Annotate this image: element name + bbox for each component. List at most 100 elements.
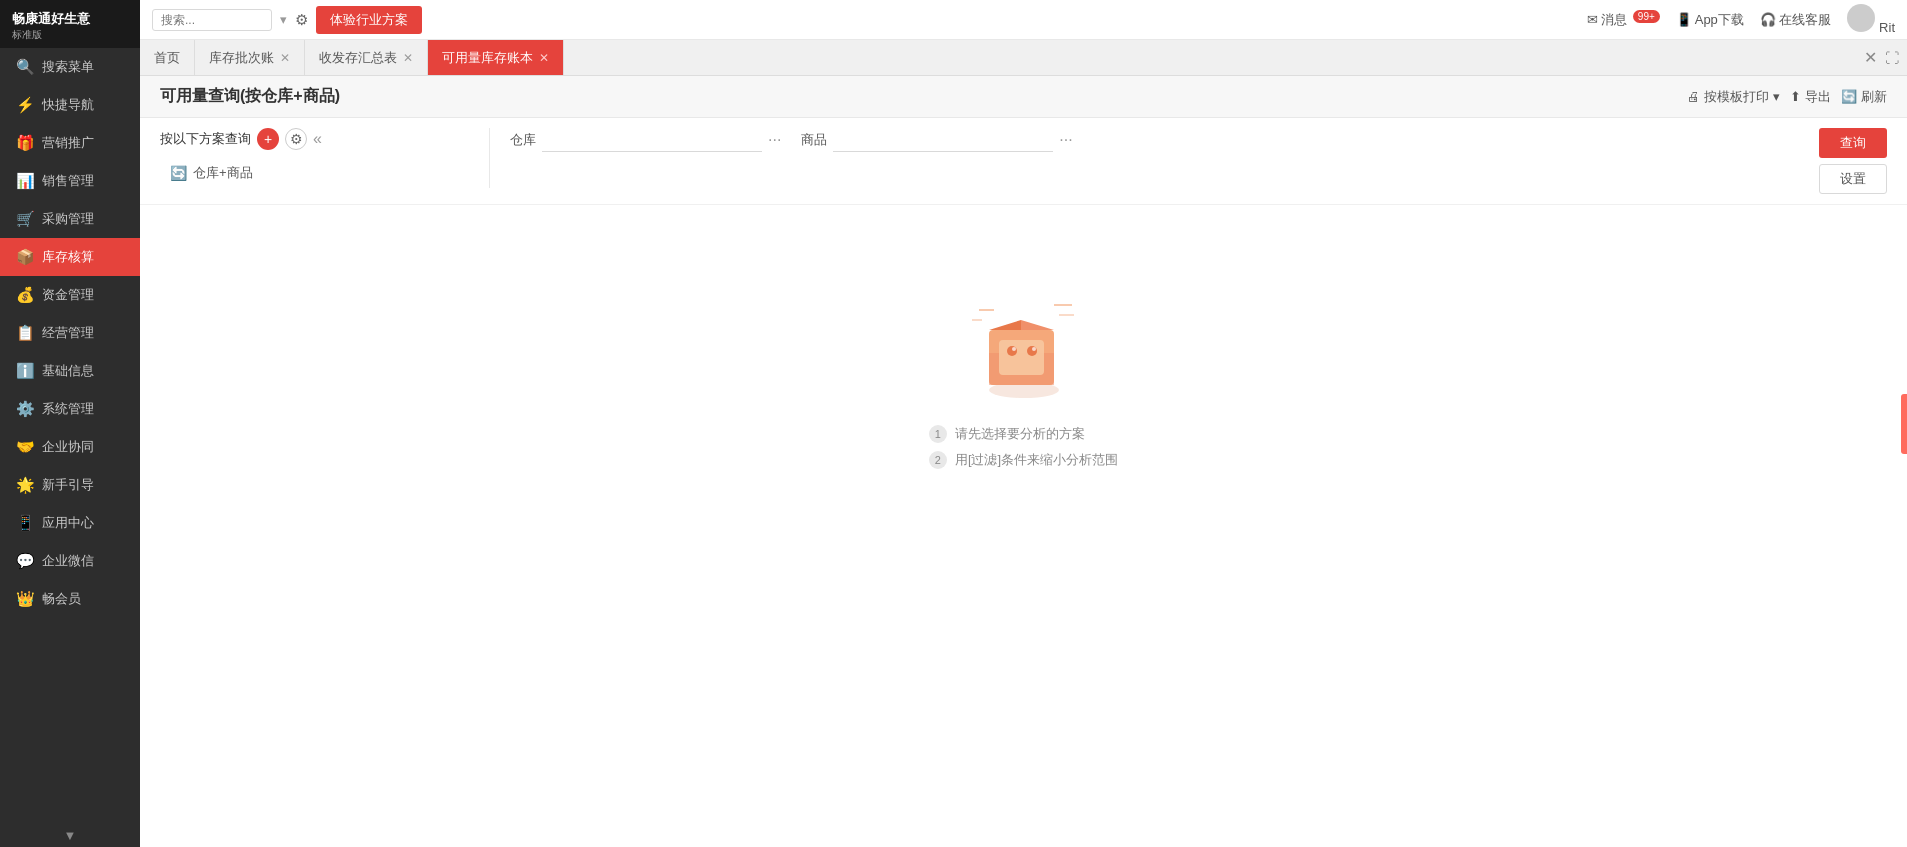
sidebar-item-search[interactable]: 🔍 搜索菜单 xyxy=(0,48,140,86)
warehouse-input[interactable] xyxy=(542,128,762,152)
online-service-label: 在线客服 xyxy=(1779,12,1831,27)
sidebar-item-marketing[interactable]: 🎁 营销推广 xyxy=(0,124,140,162)
sidebar-item-finance[interactable]: 💰 资金管理 xyxy=(0,276,140,314)
sidebar-item-wechat[interactable]: 💬 企业微信 xyxy=(0,542,140,580)
box-icon: 📦 xyxy=(16,248,34,266)
money-icon: 💰 xyxy=(16,286,34,304)
right-scroll-indicator[interactable] xyxy=(1901,394,1907,454)
gear-icon: ⚙️ xyxy=(16,400,34,418)
message-label: 消息 xyxy=(1601,12,1627,27)
tab-close-icon[interactable]: ✕ xyxy=(403,51,413,65)
handshake-icon: 🤝 xyxy=(16,438,34,456)
product-input[interactable] xyxy=(833,128,1053,152)
export-button[interactable]: ⬆ 导出 xyxy=(1790,88,1831,106)
scheme-item-warehouse-product[interactable]: 🔄 仓库+商品 xyxy=(160,158,477,188)
page-header-actions: 🖨 按模板打印 ▾ ⬆ 导出 🔄 刷新 xyxy=(1687,88,1887,106)
hint-text-1: 请先选择要分析的方案 xyxy=(955,425,1085,443)
search-icon: 🔍 xyxy=(16,58,34,76)
quicknav-icon: ⚡ xyxy=(16,96,34,114)
sidebar-item-purchase[interactable]: 🛒 采购管理 xyxy=(0,200,140,238)
tab-expand-button[interactable]: ⛶ xyxy=(1885,50,1899,66)
tab-summary[interactable]: 收发存汇总表 ✕ xyxy=(305,40,428,75)
refresh-icon: 🔄 xyxy=(1841,89,1857,104)
add-scheme-button[interactable]: + xyxy=(257,128,279,150)
sidebar-item-label: 系统管理 xyxy=(42,400,94,418)
tab-close-icon[interactable]: ✕ xyxy=(280,51,290,65)
scheme-title: 按以下方案查询 xyxy=(160,130,251,148)
page: 可用量查询(按仓库+商品) 🖨 按模板打印 ▾ ⬆ 导出 🔄 刷新 xyxy=(140,76,1907,847)
message-badge: 99+ xyxy=(1633,10,1660,23)
scheme-section: 按以下方案查询 + ⚙ « 🔄 仓库+商品 xyxy=(160,128,490,188)
chevron-down-icon[interactable]: ▾ xyxy=(280,12,287,27)
sidebar-item-system[interactable]: ⚙️ 系统管理 xyxy=(0,390,140,428)
filter-settings-button[interactable]: 设置 xyxy=(1819,164,1887,194)
hint-number-2: 2 xyxy=(929,451,947,469)
svg-point-6 xyxy=(1012,347,1016,351)
sidebar-item-quicknav[interactable]: ⚡ 快捷导航 xyxy=(0,86,140,124)
app-download-area[interactable]: 📱 App下载 xyxy=(1676,11,1744,29)
username-area[interactable]: Rit xyxy=(1847,4,1895,35)
print-icon: 🖨 xyxy=(1687,89,1700,104)
hint-item-1: 1 请先选择要分析的方案 xyxy=(929,425,1118,443)
tab-window-close-button[interactable]: ✕ xyxy=(1864,48,1877,67)
chart-icon: 📊 xyxy=(16,172,34,190)
sidebar-item-operations[interactable]: 📋 经营管理 xyxy=(0,314,140,352)
svg-rect-3 xyxy=(999,340,1044,375)
filter-section: 仓库 ··· 商品 ··· xyxy=(490,128,1807,152)
online-service-area[interactable]: 🎧 在线客服 xyxy=(1760,11,1832,29)
topbar-search-input[interactable] xyxy=(152,9,272,31)
product-more-icon[interactable]: ··· xyxy=(1059,131,1072,149)
export-icon: ⬆ xyxy=(1790,89,1801,104)
empty-hints: 1 请先选择要分析的方案 2 用[过滤]条件来缩小分析范围 xyxy=(929,425,1118,469)
tab-home[interactable]: 首页 xyxy=(140,40,195,75)
sidebar-item-enterprise[interactable]: 🤝 企业协同 xyxy=(0,428,140,466)
tab-close-icon[interactable]: ✕ xyxy=(539,51,549,65)
empty-illustration xyxy=(964,285,1084,405)
sidebar-item-label: 快捷导航 xyxy=(42,96,94,114)
product-filter: 商品 ··· xyxy=(801,128,1072,152)
filter-row: 仓库 ··· 商品 ··· xyxy=(510,128,1807,152)
message-icon: ✉ xyxy=(1587,12,1598,27)
sidebar-item-label: 销售管理 xyxy=(42,172,94,190)
sidebar-item-label: 新手引导 xyxy=(42,476,94,494)
scheme-item-label: 仓库+商品 xyxy=(193,164,253,182)
warehouse-more-icon[interactable]: ··· xyxy=(768,131,781,149)
info-icon: ℹ️ xyxy=(16,362,34,380)
sidebar-item-inventory[interactable]: 📦 库存核算 xyxy=(0,238,140,276)
username-label: Rit xyxy=(1879,20,1895,35)
sidebar-item-label: 企业微信 xyxy=(42,552,94,570)
chevron-down-icon: ▾ xyxy=(1773,89,1780,104)
sidebar-item-sales[interactable]: 📊 销售管理 xyxy=(0,162,140,200)
print-template-button[interactable]: 🖨 按模板打印 ▾ xyxy=(1687,88,1780,106)
sidebar-item-member[interactable]: 👑 畅会员 xyxy=(0,580,140,618)
empty-svg xyxy=(964,285,1084,405)
tab-available[interactable]: 可用量库存账本 ✕ xyxy=(428,40,564,75)
tab-batch[interactable]: 库存批次账 ✕ xyxy=(195,40,305,75)
message-area[interactable]: ✉ 消息 99+ xyxy=(1587,11,1660,29)
sidebar-scroll-down[interactable]: ▼ xyxy=(0,824,140,847)
product-label: 商品 xyxy=(801,131,827,149)
export-label: 导出 xyxy=(1805,88,1831,106)
scheme-setting-button[interactable]: ⚙ xyxy=(285,128,307,150)
crown-icon: 👑 xyxy=(16,590,34,608)
tab-label: 收发存汇总表 xyxy=(319,49,397,67)
sidebar-item-newguide[interactable]: 🌟 新手引导 xyxy=(0,466,140,504)
avatar xyxy=(1847,4,1875,32)
sidebar-item-label: 企业协同 xyxy=(42,438,94,456)
industry-solution-button[interactable]: 体验行业方案 xyxy=(316,6,422,34)
refresh-button[interactable]: 🔄 刷新 xyxy=(1841,88,1887,106)
sidebar-item-label: 应用中心 xyxy=(42,514,94,532)
svg-point-5 xyxy=(1027,346,1037,356)
svg-point-4 xyxy=(1007,346,1017,356)
hint-text-2: 用[过滤]条件来缩小分析范围 xyxy=(955,451,1118,469)
topbar: ▾ ⚙ 体验行业方案 ✉ 消息 99+ 📱 App下载 🎧 在线客服 Rit xyxy=(140,0,1907,40)
scheme-collapse-button[interactable]: « xyxy=(313,130,322,148)
hint-item-2: 2 用[过滤]条件来缩小分析范围 xyxy=(929,451,1118,469)
sidebar-item-basic[interactable]: ℹ️ 基础信息 xyxy=(0,352,140,390)
tabbar-actions: ✕ ⛶ xyxy=(1864,48,1907,67)
sidebar-nav: 🔍 搜索菜单 ⚡ 快捷导航 🎁 营销推广 📊 销售管理 🛒 采购管理 📦 库存核… xyxy=(0,48,140,824)
query-button[interactable]: 查询 xyxy=(1819,128,1887,158)
action-buttons: 查询 设置 xyxy=(1807,128,1887,194)
sidebar-item-appcenter[interactable]: 📱 应用中心 xyxy=(0,504,140,542)
settings-icon[interactable]: ⚙ xyxy=(295,11,308,29)
